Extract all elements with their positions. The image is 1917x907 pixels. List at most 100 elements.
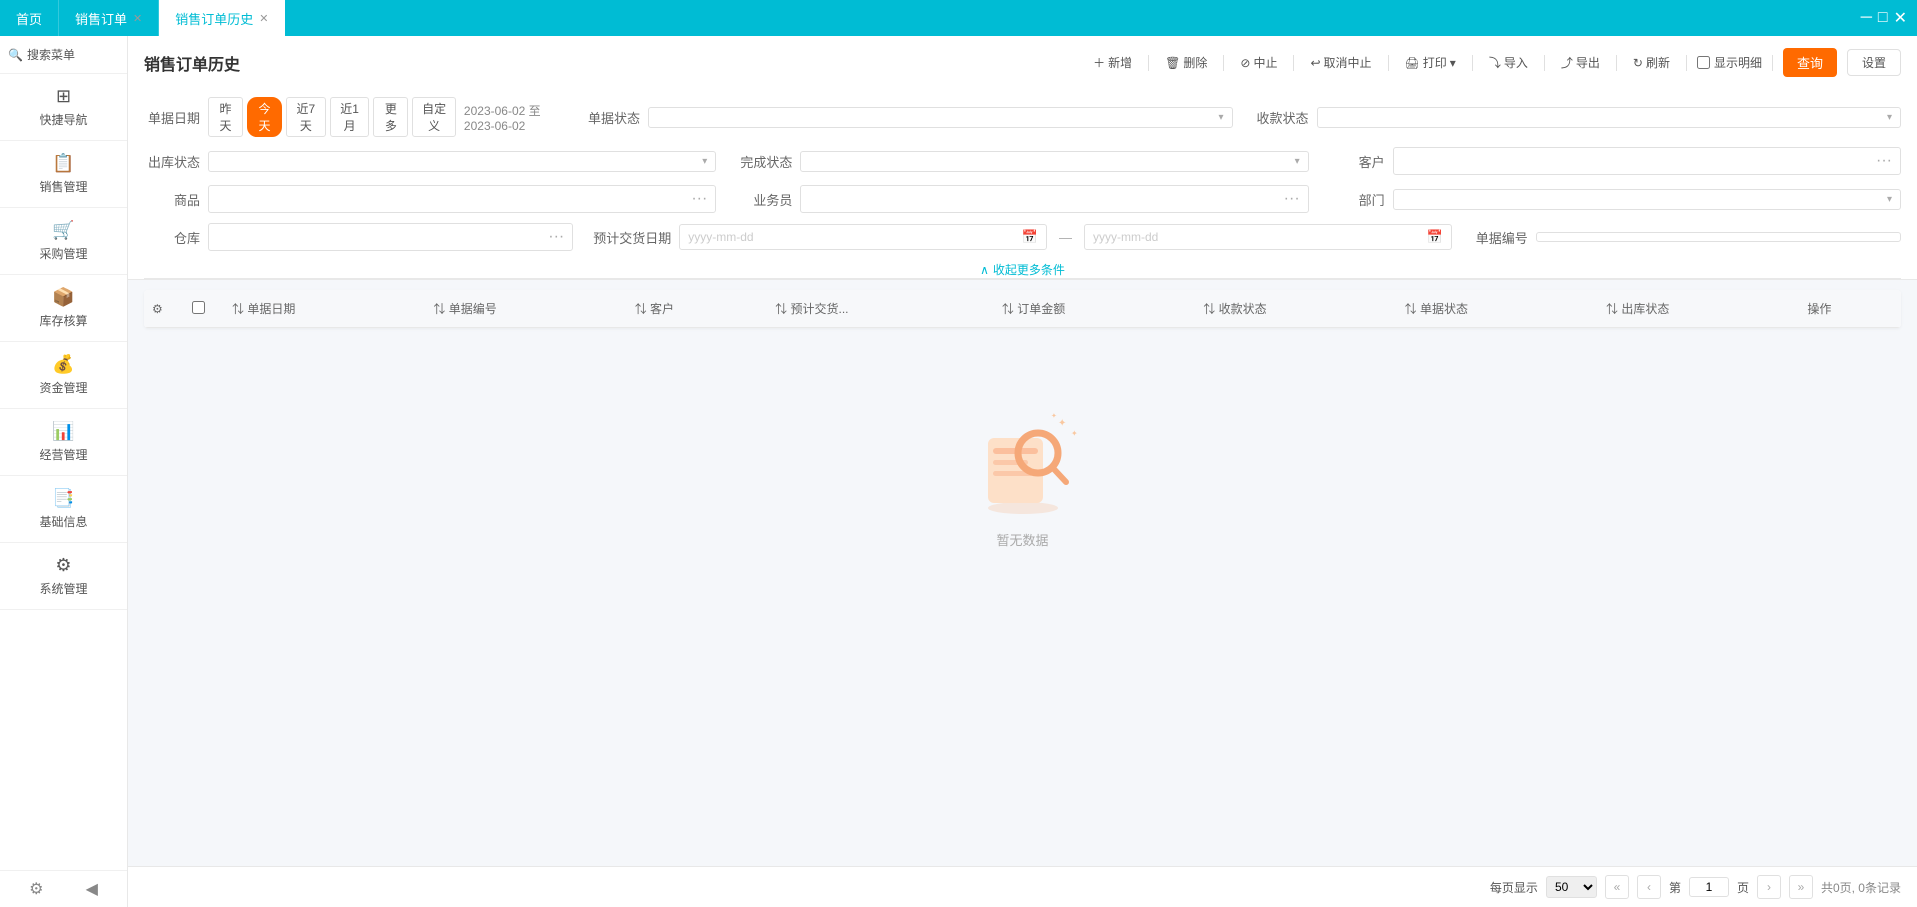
export-button[interactable]: ⤴ 导出 <box>1555 50 1606 75</box>
sidebar-item-quick-nav[interactable]: ⊞ 快捷导航 <box>0 74 127 141</box>
product-label: 商品 <box>144 190 200 209</box>
sidebar-item-finance[interactable]: 💰 资金管理 <box>0 342 127 409</box>
window-minimize[interactable]: ─ <box>1861 9 1872 27</box>
sidebar-search[interactable]: 🔍 搜索菜单 <box>0 36 127 74</box>
display-detail-checkbox[interactable] <box>1697 56 1710 69</box>
current-page-input[interactable] <box>1689 877 1729 897</box>
order-no-label: 单据编号 <box>1472 228 1528 247</box>
delete-button[interactable]: 🗑 删除 <box>1159 50 1213 75</box>
customer-select[interactable]: ··· <box>1393 147 1901 175</box>
sidebar-item-base-info[interactable]: 📑 基础信息 <box>0 476 127 543</box>
product-dots-icon[interactable]: ··· <box>691 190 707 208</box>
filter-order-no-item: 单据编号 <box>1472 228 1901 247</box>
last-page-button[interactable]: » <box>1789 875 1813 899</box>
new-button[interactable]: ＋ 新增 <box>1087 50 1138 75</box>
tab-sales-order-history[interactable]: 销售订单历史 ✕ <box>159 0 285 36</box>
expected-date-start[interactable]: yyyy-mm-dd 📅 <box>679 224 1047 250</box>
sidebar-item-purchase-mgmt[interactable]: 🛒 采购管理 <box>0 208 127 275</box>
settings-label: 设置 <box>1862 54 1886 71</box>
toolbar-divider-4 <box>1388 55 1389 71</box>
import-label: 导入 <box>1504 54 1528 71</box>
prev-page-button[interactable]: ‹ <box>1637 875 1661 899</box>
expected-date-start-placeholder: yyyy-mm-dd <box>688 230 1018 244</box>
warehouse-dots-icon[interactable]: ··· <box>548 228 564 246</box>
payment-status-select[interactable]: ▾ <box>1317 107 1902 128</box>
delivery-status-select[interactable]: ▾ <box>208 151 716 172</box>
empty-text: 暂无数据 <box>996 530 1048 549</box>
select-all-checkbox[interactable] <box>192 301 205 314</box>
refresh-icon: ↻ <box>1633 56 1643 70</box>
tab-home[interactable]: 首页 <box>0 0 59 36</box>
order-no-input[interactable] <box>1536 232 1901 242</box>
th-checkbox[interactable] <box>184 290 224 328</box>
product-select[interactable]: ··· <box>208 185 716 213</box>
filter-row-4: 仓库 ··· 预计交货日期 yyyy-mm-dd 📅 — <box>144 223 1901 251</box>
first-page-button[interactable]: « <box>1605 875 1629 899</box>
filter-warehouse-item: 仓库 ··· <box>144 223 573 251</box>
salesperson-select[interactable]: ··· <box>800 185 1308 213</box>
tab-sales-order-history-close[interactable]: ✕ <box>259 12 268 25</box>
complete-status-label: 完成状态 <box>736 152 792 171</box>
date-range-display: 2023-06-02 至 2023-06-02 <box>464 102 564 133</box>
refresh-button[interactable]: ↻ 刷新 <box>1627 50 1676 75</box>
stop-button[interactable]: ⊘ 中止 <box>1234 50 1283 75</box>
date-btn-yesterday[interactable]: 昨天 <box>208 97 243 137</box>
page-size-select[interactable]: 10 20 50 100 <box>1546 876 1597 898</box>
main-layout: 🔍 搜索菜单 ⊞ 快捷导航 📋 销售管理 🛒 采购管理 📦 库存核算 💰 资金管… <box>0 36 1917 907</box>
date-btn-1month[interactable]: 近1月 <box>330 97 370 137</box>
th-expected-date: ⇅ 预计交货... <box>767 290 994 328</box>
filter-order-status-item: 单据状态 ▾ <box>584 107 1233 128</box>
salesperson-dots-icon[interactable]: ··· <box>1284 190 1300 208</box>
refresh-label: 刷新 <box>1646 54 1670 71</box>
filter-delivery-status-item: 出库状态 ▾ <box>144 151 716 172</box>
top-bar: 首页 销售订单 ✕ 销售订单历史 ✕ ─ □ ✕ <box>0 0 1917 36</box>
filter-complete-status-item: 完成状态 ▾ <box>736 151 1308 172</box>
next-page-button[interactable]: › <box>1757 875 1781 899</box>
import-button[interactable]: ⤵ 导入 <box>1483 50 1534 75</box>
delete-label: 删除 <box>1183 54 1207 71</box>
sidebar-collapse-icon[interactable]: ◀ <box>86 879 98 899</box>
th-amount-label: ⇅ 订单金额 <box>1002 302 1065 316</box>
window-maximize[interactable]: □ <box>1878 9 1888 27</box>
order-status-select[interactable]: ▾ <box>648 107 1233 128</box>
filter-expected-date-item: 预计交货日期 yyyy-mm-dd 📅 — yyyy-mm-dd 📅 <box>593 224 1452 250</box>
sidebar-settings-icon[interactable]: ⚙ <box>29 879 43 899</box>
collapse-bar[interactable]: ∧ 收起更多条件 <box>144 257 1901 278</box>
th-settings[interactable]: ⚙ <box>144 290 184 328</box>
cancel-stop-button[interactable]: ↩ 取消中止 <box>1304 50 1377 75</box>
filter-area: 单据日期 昨天 今天 近7天 近1月 更多 自定义 2023-06-02 至 2… <box>144 87 1901 279</box>
collapse-label: 收起更多条件 <box>993 261 1065 278</box>
filter-customer-item: 客户 ··· <box>1329 147 1901 175</box>
print-button[interactable]: 🖨 打印 ▾ <box>1399 50 1462 75</box>
toolbar-divider-6 <box>1544 55 1545 71</box>
department-select[interactable]: ▾ <box>1393 189 1901 210</box>
complete-status-select[interactable]: ▾ <box>800 151 1308 172</box>
sidebar-footer: ⚙ ◀ <box>0 870 127 907</box>
toolbar-divider-8 <box>1686 55 1687 71</box>
expected-date-end[interactable]: yyyy-mm-dd 📅 <box>1084 224 1452 250</box>
sidebar-item-sales-mgmt[interactable]: 📋 销售管理 <box>0 141 127 208</box>
tab-sales-order-close[interactable]: ✕ <box>133 12 142 25</box>
warehouse-select[interactable]: ··· <box>208 223 573 251</box>
date-btn-more[interactable]: 更多 <box>373 97 408 137</box>
toolbar-divider-3 <box>1293 55 1294 71</box>
date-btn-7days[interactable]: 近7天 <box>286 97 326 137</box>
page-title-row: 销售订单历史 ＋ 新增 🗑 删除 ⊘ 中止 <box>144 48 1901 77</box>
delete-icon: 🗑 <box>1165 56 1180 70</box>
order-status-arrow-icon: ▾ <box>1218 112 1223 123</box>
search-icon: 🔍 <box>8 48 23 62</box>
display-detail-toggle[interactable]: 显示明细 <box>1697 54 1762 71</box>
sidebar-item-operations[interactable]: 📊 经营管理 <box>0 409 127 476</box>
table-area: ⚙ ⇅ 单据日期 ⇅ 单据编号 ⇅ 客户 ⇅ 预计交货... <box>128 280 1917 866</box>
date-btn-today[interactable]: 今天 <box>247 97 282 137</box>
sidebar-item-system[interactable]: ⚙ 系统管理 <box>0 543 127 610</box>
window-close[interactable]: ✕ <box>1894 8 1907 28</box>
settings-button[interactable]: 设置 <box>1847 49 1901 76</box>
query-button[interactable]: 查询 <box>1783 48 1837 77</box>
tab-sales-order[interactable]: 销售订单 ✕ <box>59 0 159 36</box>
sidebar-item-inventory[interactable]: 📦 库存核算 <box>0 275 127 342</box>
date-btn-custom[interactable]: 自定义 <box>412 97 455 137</box>
prev-page-icon: ‹ <box>1647 880 1651 894</box>
customer-dots-icon[interactable]: ··· <box>1876 152 1892 170</box>
th-order-no: ⇅ 单据编号 <box>425 290 626 328</box>
